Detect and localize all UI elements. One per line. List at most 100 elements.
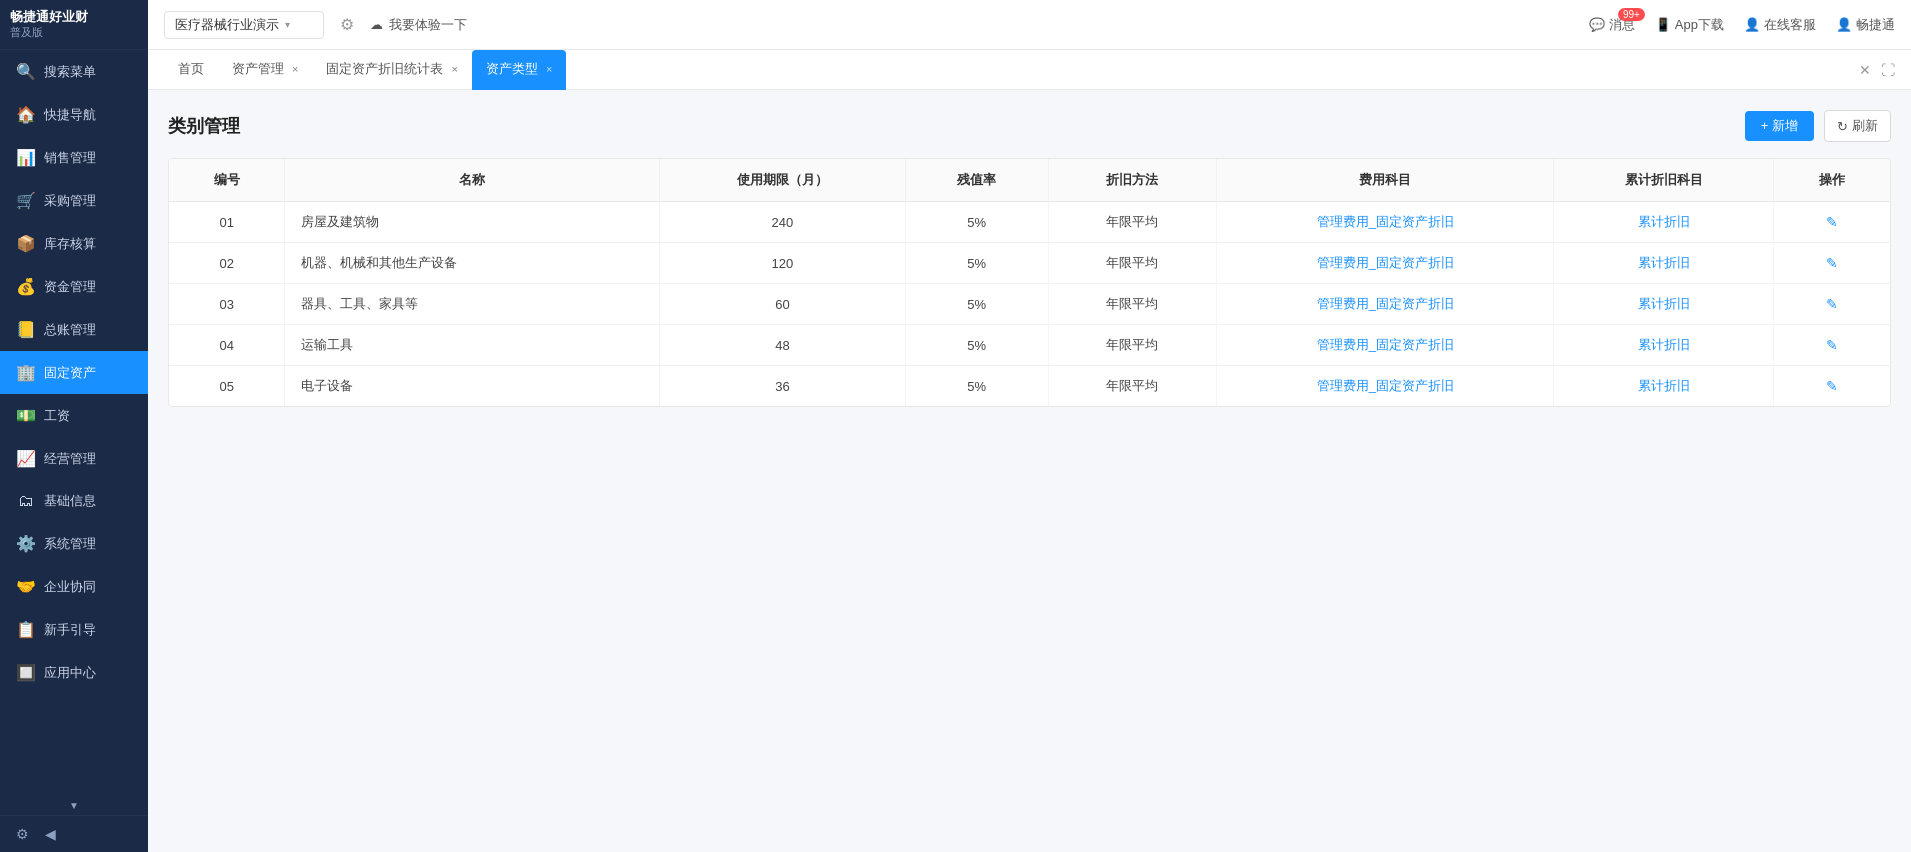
cell-usage-period: 120 — [660, 243, 906, 284]
subject-link[interactable]: 管理费用_固定资产折旧 — [1317, 378, 1454, 393]
sidebar-item-salary[interactable]: 💵 工资 — [0, 394, 148, 437]
tab-asset-mgmt-label: 资产管理 — [232, 60, 284, 78]
subject-link[interactable]: 累计折旧 — [1638, 337, 1690, 352]
subject-link[interactable]: 累计折旧 — [1638, 255, 1690, 270]
table-row: 01房屋及建筑物2405%年限平均管理费用_固定资产折旧累计折旧✎ — [169, 202, 1890, 243]
demo-selector[interactable]: 医疗器械行业演示 ▾ — [164, 11, 324, 39]
edit-icon[interactable]: ✎ — [1826, 255, 1838, 271]
online-service-button[interactable]: 👤 在线客服 — [1744, 16, 1816, 34]
new-button[interactable]: + 新增 — [1745, 111, 1814, 141]
gear-icon[interactable]: ⚙ — [336, 11, 358, 38]
col-residual-rate: 残值率 — [905, 159, 1048, 202]
edit-icon[interactable]: ✎ — [1826, 378, 1838, 394]
sidebar-item-label: 系统管理 — [44, 535, 96, 553]
sidebar-scroll: 🔍 搜索菜单 🏠 快捷导航 📊 销售管理 🛒 采购管理 📦 库存核算 💰 资金管… — [0, 50, 148, 795]
sidebar-bottom: ⚙ ◀ — [0, 815, 148, 852]
sidebar-item-search[interactable]: 🔍 搜索菜单 — [0, 50, 148, 93]
sidebar-item-purchase[interactable]: 🛒 采购管理 — [0, 179, 148, 222]
cell-code: 02 — [169, 243, 285, 284]
table-row: 02机器、机械和其他生产设备1205%年限平均管理费用_固定资产折旧累计折旧✎ — [169, 243, 1890, 284]
subject-link[interactable]: 累计折旧 — [1638, 296, 1690, 311]
cell-usage-period: 48 — [660, 325, 906, 366]
maximize-window-icon[interactable]: ⛶ — [1881, 62, 1895, 78]
subject-link[interactable]: 管理费用_固定资产折旧 — [1317, 337, 1454, 352]
tab-home[interactable]: 首页 — [164, 50, 218, 90]
tab-asset-mgmt[interactable]: 资产管理 × — [218, 50, 312, 90]
phone-icon: 📱 — [1655, 17, 1671, 32]
close-window-icon[interactable]: ✕ — [1859, 62, 1871, 78]
cell-usage-period: 240 — [660, 202, 906, 243]
cell-residual-rate: 5% — [905, 202, 1048, 243]
edit-icon[interactable]: ✎ — [1826, 296, 1838, 312]
subject-link[interactable]: 累计折旧 — [1638, 378, 1690, 393]
tab-asset-type-label: 资产类型 — [486, 60, 538, 78]
demo-selector-text: 医疗器械行业演示 — [175, 16, 279, 34]
capital-icon: 💰 — [16, 277, 36, 296]
message-button[interactable]: 💬 消息 99+ — [1589, 16, 1635, 34]
sidebar-item-label: 资金管理 — [44, 278, 96, 296]
subject-link[interactable]: 累计折旧 — [1638, 214, 1690, 229]
settings-icon[interactable]: ⚙ — [16, 826, 29, 842]
sidebar-item-label: 销售管理 — [44, 149, 96, 167]
refresh-button[interactable]: ↻ 刷新 — [1824, 110, 1891, 142]
main-area: 医疗器械行业演示 ▾ ⚙ ☁ 我要体验一下 💬 消息 99+ 📱 App下载 👤… — [148, 0, 1911, 852]
col-expense-subject: 费用科目 — [1217, 159, 1554, 202]
fixed-assets-icon: 🏢 — [16, 363, 36, 382]
enterprise-icon: 🤝 — [16, 577, 36, 596]
sidebar-item-quick-nav[interactable]: 🏠 快捷导航 — [0, 93, 148, 136]
tab-home-label: 首页 — [178, 60, 204, 78]
content-area: 类别管理 + 新增 ↻ 刷新 编号 名称 使用期限（月） 残值率 折旧方法 — [148, 90, 1911, 852]
subject-link[interactable]: 管理费用_固定资产折旧 — [1317, 255, 1454, 270]
try-button[interactable]: ☁ 我要体验一下 — [370, 16, 467, 34]
sidebar-item-label: 企业协同 — [44, 578, 96, 596]
sidebar-item-label: 采购管理 — [44, 192, 96, 210]
sidebar-scroll-down[interactable]: ▼ — [0, 795, 148, 815]
table-header-row: 编号 名称 使用期限（月） 残值率 折旧方法 费用科目 累计折旧科目 操作 — [169, 159, 1890, 202]
sidebar-item-enterprise[interactable]: 🤝 企业协同 — [0, 565, 148, 608]
subject-link[interactable]: 管理费用_固定资产折旧 — [1317, 214, 1454, 229]
tab-asset-mgmt-close[interactable]: × — [292, 63, 298, 75]
edit-icon[interactable]: ✎ — [1826, 214, 1838, 230]
tab-fixed-depreciation-close[interactable]: × — [451, 63, 457, 75]
sidebar-item-inventory[interactable]: 📦 库存核算 — [0, 222, 148, 265]
sidebar-item-operations[interactable]: 📈 经营管理 — [0, 437, 148, 480]
sidebar-item-base-info[interactable]: 🗂 基础信息 — [0, 480, 148, 522]
col-operations: 操作 — [1774, 159, 1890, 202]
cell-expense-subject: 管理费用_固定资产折旧 — [1217, 325, 1554, 366]
sidebar-item-ledger[interactable]: 📒 总账管理 — [0, 308, 148, 351]
cell-expense-subject: 管理费用_固定资产折旧 — [1217, 284, 1554, 325]
window-controls: ✕ ⛶ — [1859, 62, 1895, 78]
cell-expense-subject: 管理费用_固定资产折旧 — [1217, 202, 1554, 243]
tab-asset-type-close[interactable]: × — [546, 63, 552, 75]
message-badge: 99+ — [1618, 8, 1645, 21]
subject-link[interactable]: 管理费用_固定资产折旧 — [1317, 296, 1454, 311]
sidebar-item-sales[interactable]: 📊 销售管理 — [0, 136, 148, 179]
message-icon: 💬 — [1589, 17, 1605, 32]
sidebar-item-sys-mgmt[interactable]: ⚙️ 系统管理 — [0, 522, 148, 565]
collapse-icon[interactable]: ◀ — [45, 826, 56, 842]
tab-fixed-depreciation[interactable]: 固定资产折旧统计表 × — [312, 50, 471, 90]
cell-usage-period: 60 — [660, 284, 906, 325]
app-download-button[interactable]: 📱 App下载 — [1655, 16, 1724, 34]
cell-expense-subject: 管理费用_固定资产折旧 — [1217, 366, 1554, 407]
cell-expense-subject: 管理费用_固定资产折旧 — [1217, 243, 1554, 284]
sidebar-item-label: 经营管理 — [44, 450, 96, 468]
cell-name: 电子设备 — [285, 366, 660, 407]
sidebar-item-app-center[interactable]: 🔲 应用中心 — [0, 651, 148, 694]
category-table: 编号 名称 使用期限（月） 残值率 折旧方法 费用科目 累计折旧科目 操作 01… — [168, 158, 1891, 407]
sidebar-item-capital[interactable]: 💰 资金管理 — [0, 265, 148, 308]
cell-code: 03 — [169, 284, 285, 325]
refresh-label: 刷新 — [1852, 117, 1878, 135]
cell-name: 器具、工具、家具等 — [285, 284, 660, 325]
online-service-label: 在线客服 — [1764, 16, 1816, 34]
edit-icon[interactable]: ✎ — [1826, 337, 1838, 353]
sidebar-item-fixed-assets[interactable]: 🏢 固定资产 — [0, 351, 148, 394]
user-button[interactable]: 👤 畅捷通 — [1836, 16, 1895, 34]
cell-code: 01 — [169, 202, 285, 243]
tab-asset-type[interactable]: 资产类型 × — [472, 50, 566, 90]
sidebar-item-guide[interactable]: 📋 新手引导 — [0, 608, 148, 651]
cell-accumulated-subject: 累计折旧 — [1554, 243, 1774, 284]
col-depreciation-method: 折旧方法 — [1048, 159, 1216, 202]
header-right: 💬 消息 99+ 📱 App下载 👤 在线客服 👤 畅捷通 — [1589, 16, 1895, 34]
sidebar-item-label: 基础信息 — [44, 492, 96, 510]
